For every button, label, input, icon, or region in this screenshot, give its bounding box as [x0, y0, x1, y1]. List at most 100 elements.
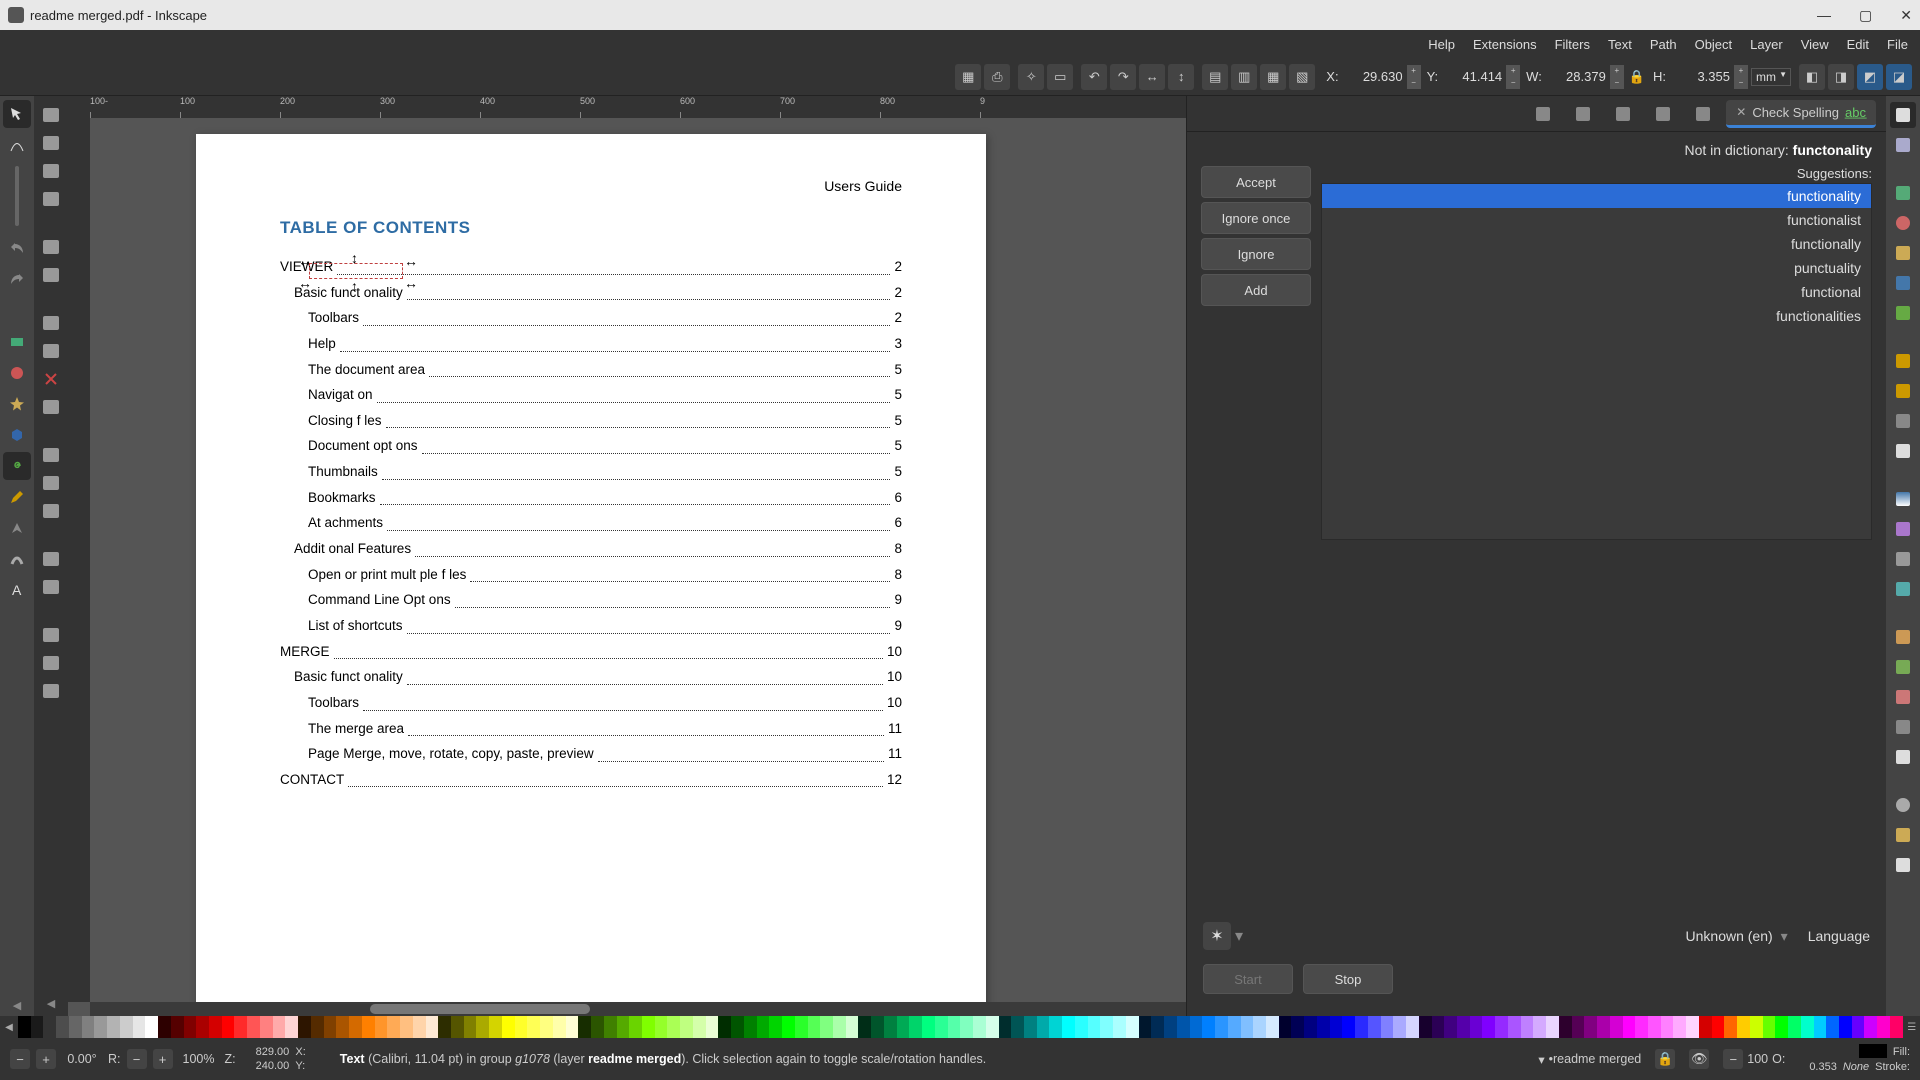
color-swatch[interactable] — [133, 1016, 146, 1038]
color-swatch[interactable] — [438, 1016, 451, 1038]
color-swatch[interactable] — [833, 1016, 846, 1038]
color-swatch[interactable] — [1126, 1016, 1139, 1038]
cut-icon[interactable] — [38, 310, 64, 336]
y-dec[interactable]: − — [1506, 77, 1520, 89]
color-swatch[interactable] — [324, 1016, 337, 1038]
rect-tool-r[interactable] — [1890, 180, 1916, 206]
pencil-tool-r[interactable] — [1890, 378, 1916, 404]
color-swatch[interactable] — [1406, 1016, 1419, 1038]
color-swatch[interactable] — [1266, 1016, 1279, 1038]
color-swatch[interactable] — [247, 1016, 260, 1038]
x-inc[interactable]: + — [1407, 65, 1421, 77]
pencil-tool[interactable] — [3, 483, 31, 511]
color-swatch[interactable] — [1724, 1016, 1737, 1038]
suggestion-item[interactable]: punctuality — [1322, 256, 1871, 280]
color-swatch[interactable] — [234, 1016, 247, 1038]
spray-tool-r[interactable] — [1890, 654, 1916, 680]
color-swatch[interactable] — [31, 1016, 44, 1038]
menu-object[interactable]: Object — [1695, 37, 1733, 52]
clipboard-icon[interactable] — [38, 394, 64, 420]
x-value[interactable]: 29.630 — [1345, 69, 1403, 84]
opacity-dec[interactable]: − — [1723, 1049, 1743, 1069]
color-swatch[interactable] — [69, 1016, 82, 1038]
color-swatch[interactable] — [935, 1016, 948, 1038]
color-swatch[interactable] — [1699, 1016, 1712, 1038]
color-swatch[interactable] — [629, 1016, 642, 1038]
color-swatch[interactable] — [1521, 1016, 1534, 1038]
zoom-tool-r[interactable] — [1890, 792, 1916, 818]
color-swatch[interactable] — [145, 1016, 158, 1038]
color-swatch[interactable] — [387, 1016, 400, 1038]
color-swatch[interactable] — [298, 1016, 311, 1038]
add-button[interactable]: Add — [1201, 274, 1311, 306]
h-inc[interactable]: + — [1734, 65, 1748, 77]
panel-tab-align[interactable] — [1566, 100, 1600, 128]
color-swatch[interactable] — [808, 1016, 821, 1038]
color-swatch[interactable] — [336, 1016, 349, 1038]
color-swatch[interactable] — [1610, 1016, 1623, 1038]
suggestion-item[interactable]: functionally — [1322, 232, 1871, 256]
color-swatch[interactable] — [1024, 1016, 1037, 1038]
dropper-tool-r[interactable] — [1890, 546, 1916, 572]
color-swatch[interactable] — [489, 1016, 502, 1038]
color-swatch[interactable] — [1062, 1016, 1075, 1038]
layer-selector[interactable]: ▾ •readme merged — [1538, 1052, 1641, 1067]
color-swatch[interactable] — [999, 1016, 1012, 1038]
zoom-value[interactable]: 100% — [179, 1052, 219, 1066]
color-swatch[interactable] — [1470, 1016, 1483, 1038]
sel-handle-ne[interactable]: ↔ — [404, 254, 416, 266]
color-swatch[interactable] — [604, 1016, 617, 1038]
open-doc-icon[interactable] — [38, 130, 64, 156]
rotation-value[interactable]: 0.00° — [62, 1052, 102, 1066]
color-swatch[interactable] — [718, 1016, 731, 1038]
color-swatch[interactable] — [642, 1016, 655, 1038]
unlink-icon[interactable] — [38, 498, 64, 524]
lock-aspect-icon[interactable]: 🔒 — [1629, 69, 1645, 85]
rot-inc[interactable]: + — [36, 1049, 56, 1069]
export-icon[interactable] — [38, 262, 64, 288]
zoom-drawing-icon[interactable] — [38, 650, 64, 676]
color-swatch[interactable] — [120, 1016, 133, 1038]
sel-handle-nw[interactable]: ↔ — [298, 254, 310, 266]
color-swatch[interactable] — [757, 1016, 770, 1038]
color-swatch[interactable] — [1635, 1016, 1648, 1038]
h-dec[interactable]: − — [1734, 77, 1748, 89]
new-icon[interactable]: ✧ — [1018, 64, 1044, 90]
selector-tool-r[interactable] — [1890, 102, 1916, 128]
color-swatch[interactable] — [1164, 1016, 1177, 1038]
chevron-down-icon[interactable]: ▾ — [1538, 1052, 1544, 1067]
color-swatch[interactable] — [464, 1016, 477, 1038]
color-swatch[interactable] — [1100, 1016, 1113, 1038]
new-doc-icon[interactable] — [38, 102, 64, 128]
panel-tab-fill[interactable] — [1646, 100, 1680, 128]
color-swatch[interactable] — [502, 1016, 515, 1038]
group-icon[interactable] — [38, 546, 64, 572]
color-swatch[interactable] — [1088, 1016, 1101, 1038]
color-swatch[interactable] — [1572, 1016, 1585, 1038]
raise-top-icon[interactable]: ▧ — [1289, 64, 1315, 90]
color-swatch[interactable] — [1432, 1016, 1445, 1038]
layer-eye-icon[interactable]: 👁 — [1689, 1049, 1709, 1069]
sel-handle-n[interactable]: ↕ — [351, 251, 363, 263]
paste-icon[interactable] — [38, 366, 64, 392]
sel-handle-sw[interactable]: ↔ — [298, 276, 310, 288]
duplicate-icon[interactable] — [38, 442, 64, 468]
node-tool-r[interactable] — [1890, 132, 1916, 158]
color-swatch[interactable] — [540, 1016, 553, 1038]
import-icon[interactable] — [38, 234, 64, 260]
language-value[interactable]: Unknown (en) — [1686, 928, 1773, 944]
color-swatch[interactable] — [1355, 1016, 1368, 1038]
connector-tool-r[interactable] — [1890, 714, 1916, 740]
undo-tool[interactable] — [3, 233, 31, 261]
tweak-tool-r[interactable] — [1890, 624, 1916, 650]
color-swatch[interactable] — [617, 1016, 630, 1038]
color-swatch[interactable] — [846, 1016, 859, 1038]
x-dec[interactable]: − — [1407, 77, 1421, 89]
color-swatch[interactable] — [1368, 1016, 1381, 1038]
pen-tool[interactable] — [3, 514, 31, 542]
redo-tool[interactable] — [3, 264, 31, 292]
color-swatch[interactable] — [426, 1016, 439, 1038]
color-swatch[interactable] — [1508, 1016, 1521, 1038]
close-button[interactable]: ✕ — [1900, 7, 1912, 24]
suggestion-item[interactable]: functional — [1322, 280, 1871, 304]
